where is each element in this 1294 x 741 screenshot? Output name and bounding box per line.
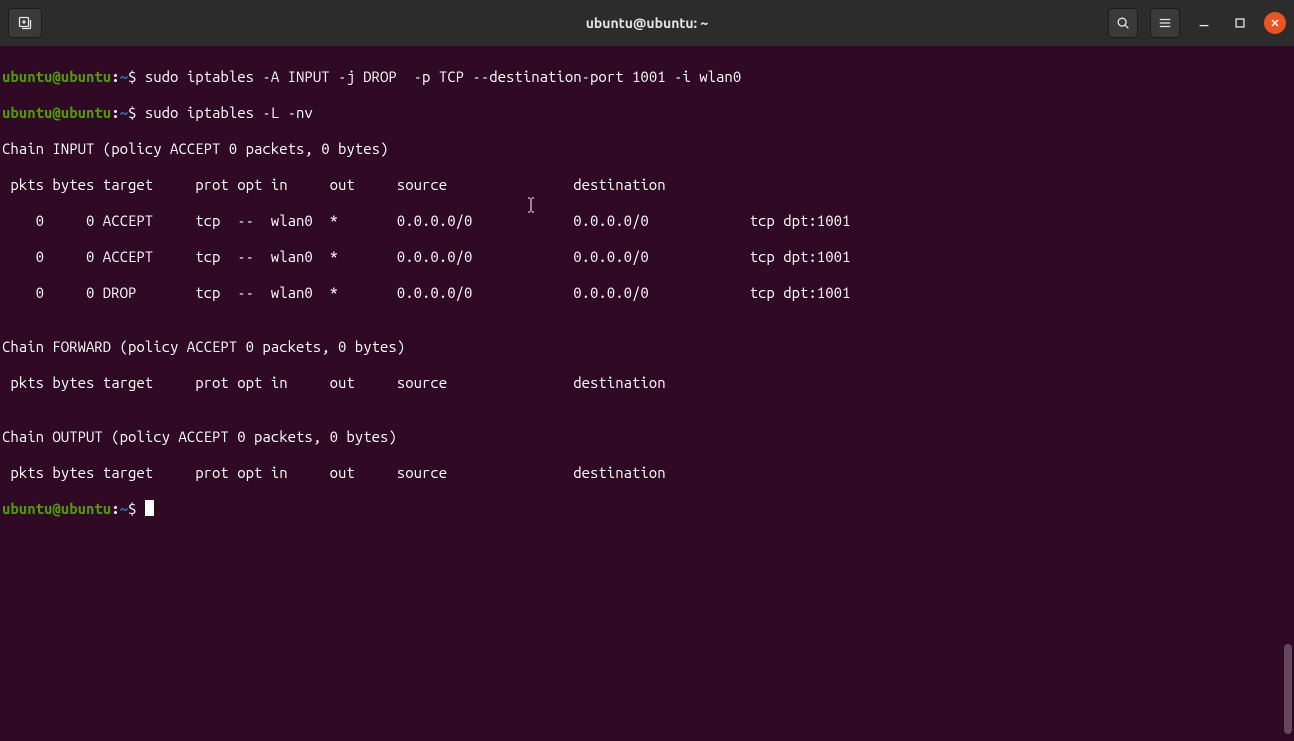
close-icon: [1270, 18, 1280, 28]
prompt-user: ubuntu@ubuntu: [2, 104, 111, 121]
output-line: 0 0 DROP tcp -- wlan0 * 0.0.0.0/0 0.0.0.…: [2, 284, 1292, 302]
output-line: pkts bytes target prot opt in out source…: [2, 176, 1292, 194]
terminal-line: ubuntu@ubuntu:~$ sudo iptables -A INPUT …: [2, 68, 1292, 86]
maximize-icon: [1233, 16, 1247, 30]
output-line: 0 0 ACCEPT tcp -- wlan0 * 0.0.0.0/0 0.0.…: [2, 212, 1292, 230]
minimize-icon: [1197, 16, 1211, 30]
window-controls: [1108, 8, 1286, 38]
search-icon: [1116, 16, 1130, 30]
new-tab-icon: [17, 15, 33, 31]
output-line: Chain OUTPUT (policy ACCEPT 0 packets, 0…: [2, 428, 1292, 446]
search-button[interactable]: [1108, 8, 1138, 38]
new-tab-button[interactable]: [8, 8, 42, 38]
output-line: pkts bytes target prot opt in out source…: [2, 374, 1292, 392]
prompt-colon: :: [111, 104, 119, 121]
prompt-path: ~: [120, 500, 128, 517]
hamburger-menu-icon: [1158, 16, 1172, 30]
prompt-path: ~: [120, 104, 128, 121]
maximize-button[interactable]: [1228, 11, 1252, 35]
output-line: 0 0 ACCEPT tcp -- wlan0 * 0.0.0.0/0 0.0.…: [2, 248, 1292, 266]
prompt-path: ~: [120, 68, 128, 85]
cursor-block: [145, 500, 154, 516]
output-line: Chain FORWARD (policy ACCEPT 0 packets, …: [2, 338, 1292, 356]
window-title: ubuntu@ubuntu: ~: [586, 15, 709, 31]
command-text: sudo iptables -A INPUT -j DROP -p TCP --…: [136, 68, 741, 85]
output-line: Chain INPUT (policy ACCEPT 0 packets, 0 …: [2, 140, 1292, 158]
terminal-output[interactable]: ubuntu@ubuntu:~$ sudo iptables -A INPUT …: [0, 46, 1294, 536]
minimize-button[interactable]: [1192, 11, 1216, 35]
close-button[interactable]: [1264, 12, 1286, 34]
terminal-line: ubuntu@ubuntu:~$: [2, 500, 1292, 518]
command-text: sudo iptables -L -nv: [136, 104, 312, 121]
prompt-colon: :: [111, 500, 119, 517]
output-line: pkts bytes target prot opt in out source…: [2, 464, 1292, 482]
hamburger-menu-button[interactable]: [1150, 8, 1180, 38]
prompt-user: ubuntu@ubuntu: [2, 68, 111, 85]
titlebar: ubuntu@ubuntu: ~: [0, 0, 1294, 46]
terminal-line: ubuntu@ubuntu:~$ sudo iptables -L -nv: [2, 104, 1292, 122]
scrollbar-thumb[interactable]: [1284, 644, 1292, 734]
command-input[interactable]: [136, 500, 144, 517]
prompt-user: ubuntu@ubuntu: [2, 500, 111, 517]
prompt-colon: :: [111, 68, 119, 85]
